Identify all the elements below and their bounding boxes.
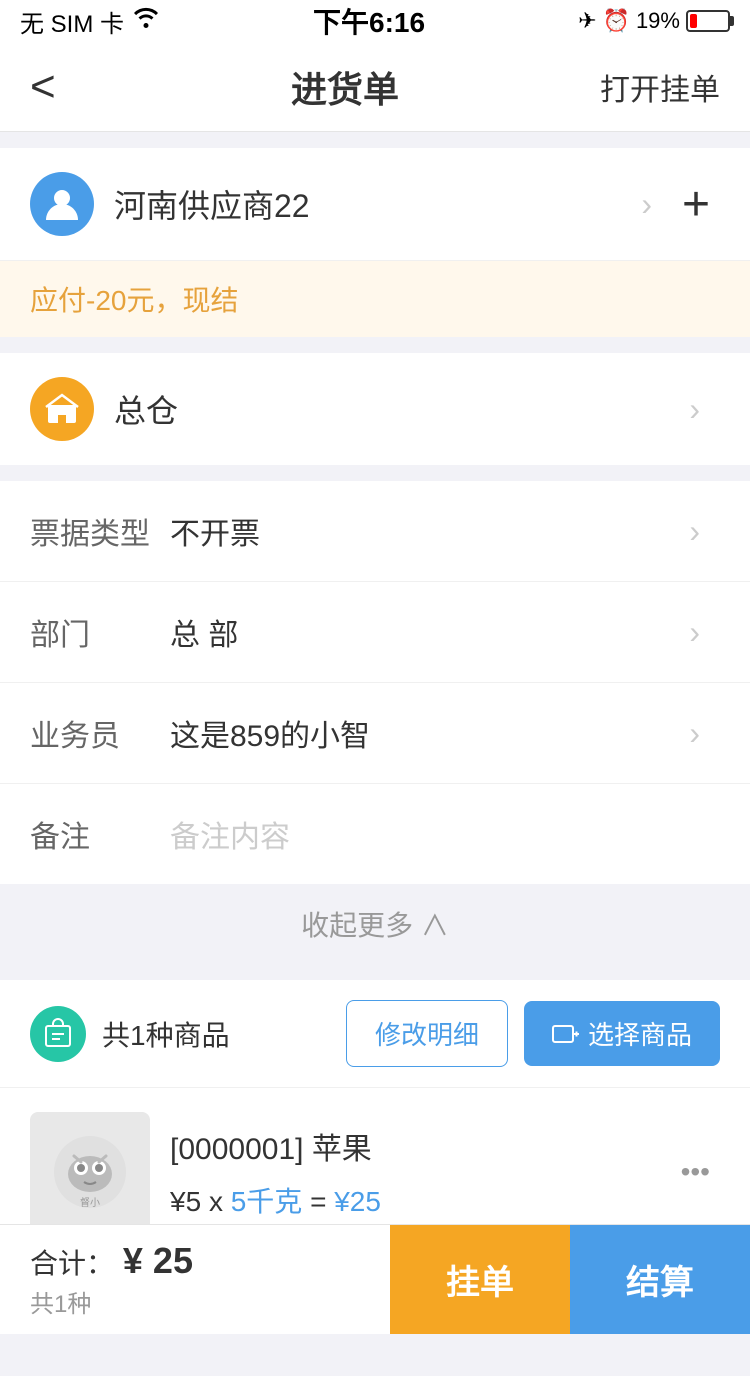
supplier-section: 河南供应商22 › + 应付-20元，现结 — [0, 148, 750, 337]
location-icon: ✈ — [578, 8, 596, 34]
wifi-icon — [132, 7, 160, 36]
invoice-type-row[interactable]: 票据类型 不开票 › — [0, 481, 750, 582]
status-time: 下午6:16 — [313, 1, 425, 41]
salesman-chevron-icon: › — [689, 715, 700, 752]
supplier-avatar — [30, 172, 94, 236]
products-count: 共1种商品 — [102, 1014, 346, 1054]
back-button[interactable]: < — [30, 62, 90, 112]
status-right: ✈ ⏰ 19% — [578, 8, 730, 34]
department-value: 总 部 — [160, 610, 689, 654]
invoice-type-value: 不开票 — [160, 509, 689, 553]
nav-bar: < 进货单 打开挂单 — [0, 42, 750, 132]
products-section: 共1种商品 修改明细 选择商品 — [0, 980, 750, 1256]
page-title: 进货单 — [291, 61, 399, 113]
salesman-row[interactable]: 业务员 这是859的小智 › — [0, 683, 750, 784]
products-header: 共1种商品 修改明细 选择商品 — [0, 980, 750, 1088]
salesman-value: 这是859的小智 — [160, 711, 689, 755]
add-supplier-button[interactable]: + — [672, 177, 720, 232]
warehouse-chevron-icon: › — [689, 391, 700, 428]
product-price-row: ¥5 x 5千克 = ¥25 — [170, 1180, 671, 1220]
edit-detail-button[interactable]: 修改明细 — [346, 1000, 508, 1067]
product-quantity: 5千克 — [231, 1186, 303, 1217]
status-bar: 无 SIM 卡 下午6:16 ✈ ⏰ 19% — [0, 0, 750, 42]
total-amount: ¥ 25 — [123, 1240, 193, 1281]
collapse-label: 收起更多 ∧ — [301, 910, 449, 941]
svg-text:督小: 督小 — [80, 1196, 100, 1209]
bottom-bar: 合计： ¥ 25 共1种 挂单 结算 — [0, 1224, 750, 1334]
warehouse-row[interactable]: 总仓 › — [0, 353, 750, 465]
form-section: 票据类型 不开票 › 部门 总 部 › 业务员 这是859的小智 › 备注 备注… — [0, 481, 750, 884]
product-total: ¥25 — [334, 1186, 381, 1217]
battery-icon — [686, 10, 730, 32]
invoice-type-chevron-icon: › — [689, 513, 700, 550]
alarm-icon: ⏰ — [603, 8, 630, 34]
total-section: 合计： ¥ 25 共1种 — [0, 1225, 390, 1334]
warehouse-name: 总仓 — [114, 386, 689, 432]
remark-row[interactable]: 备注 备注内容 — [0, 784, 750, 884]
remark-placeholder: 备注内容 — [160, 812, 720, 856]
product-title: 苹果 — [312, 1133, 372, 1166]
product-name: [0000001] 苹果 — [170, 1124, 671, 1168]
main-content: 河南供应商22 › + 应付-20元，现结 总仓 › 票据类型 不开票 › — [0, 148, 750, 1376]
salesman-label: 业务员 — [30, 711, 160, 755]
warehouse-section[interactable]: 总仓 › — [0, 353, 750, 465]
product-info: [0000001] 苹果 ¥5 x 5千克 = ¥25 — [170, 1124, 671, 1220]
carrier-text: 无 SIM 卡 — [20, 4, 124, 39]
department-row[interactable]: 部门 总 部 › — [0, 582, 750, 683]
total-count: 共1种 — [30, 1284, 360, 1319]
collapse-bar[interactable]: 收起更多 ∧ — [0, 884, 750, 964]
supplier-chevron-icon: › — [641, 186, 652, 223]
battery-percent: 19% — [636, 8, 680, 34]
open-hang-button[interactable]: 打开挂单 — [600, 65, 720, 109]
warehouse-icon — [30, 377, 94, 441]
product-unit-price: ¥5 — [170, 1186, 201, 1217]
settle-button[interactable]: 结算 — [570, 1225, 750, 1334]
total-label: 合计： — [30, 1248, 114, 1279]
select-product-button[interactable]: 选择商品 — [524, 1001, 720, 1066]
department-label: 部门 — [30, 610, 160, 654]
remark-label: 备注 — [30, 812, 160, 856]
supplier-row[interactable]: 河南供应商22 › + — [0, 148, 750, 261]
product-equals: = — [310, 1186, 334, 1217]
invoice-type-label: 票据类型 — [30, 509, 160, 553]
supplier-name: 河南供应商22 — [114, 181, 641, 227]
select-product-label: 选择商品 — [588, 1015, 692, 1052]
supplier-notice: 应付-20元，现结 — [0, 261, 750, 337]
department-chevron-icon: › — [689, 614, 700, 651]
product-thumbnail: 督小 — [30, 1112, 150, 1232]
product-code: [0000001] — [170, 1133, 303, 1166]
product-multiply: x — [209, 1186, 231, 1217]
status-left: 无 SIM 卡 — [20, 4, 160, 39]
products-icon — [30, 1006, 86, 1062]
product-more-button[interactable]: ••• — [671, 1146, 720, 1198]
total-row: 合计： ¥ 25 — [30, 1240, 360, 1282]
hang-button[interactable]: 挂单 — [390, 1225, 570, 1334]
